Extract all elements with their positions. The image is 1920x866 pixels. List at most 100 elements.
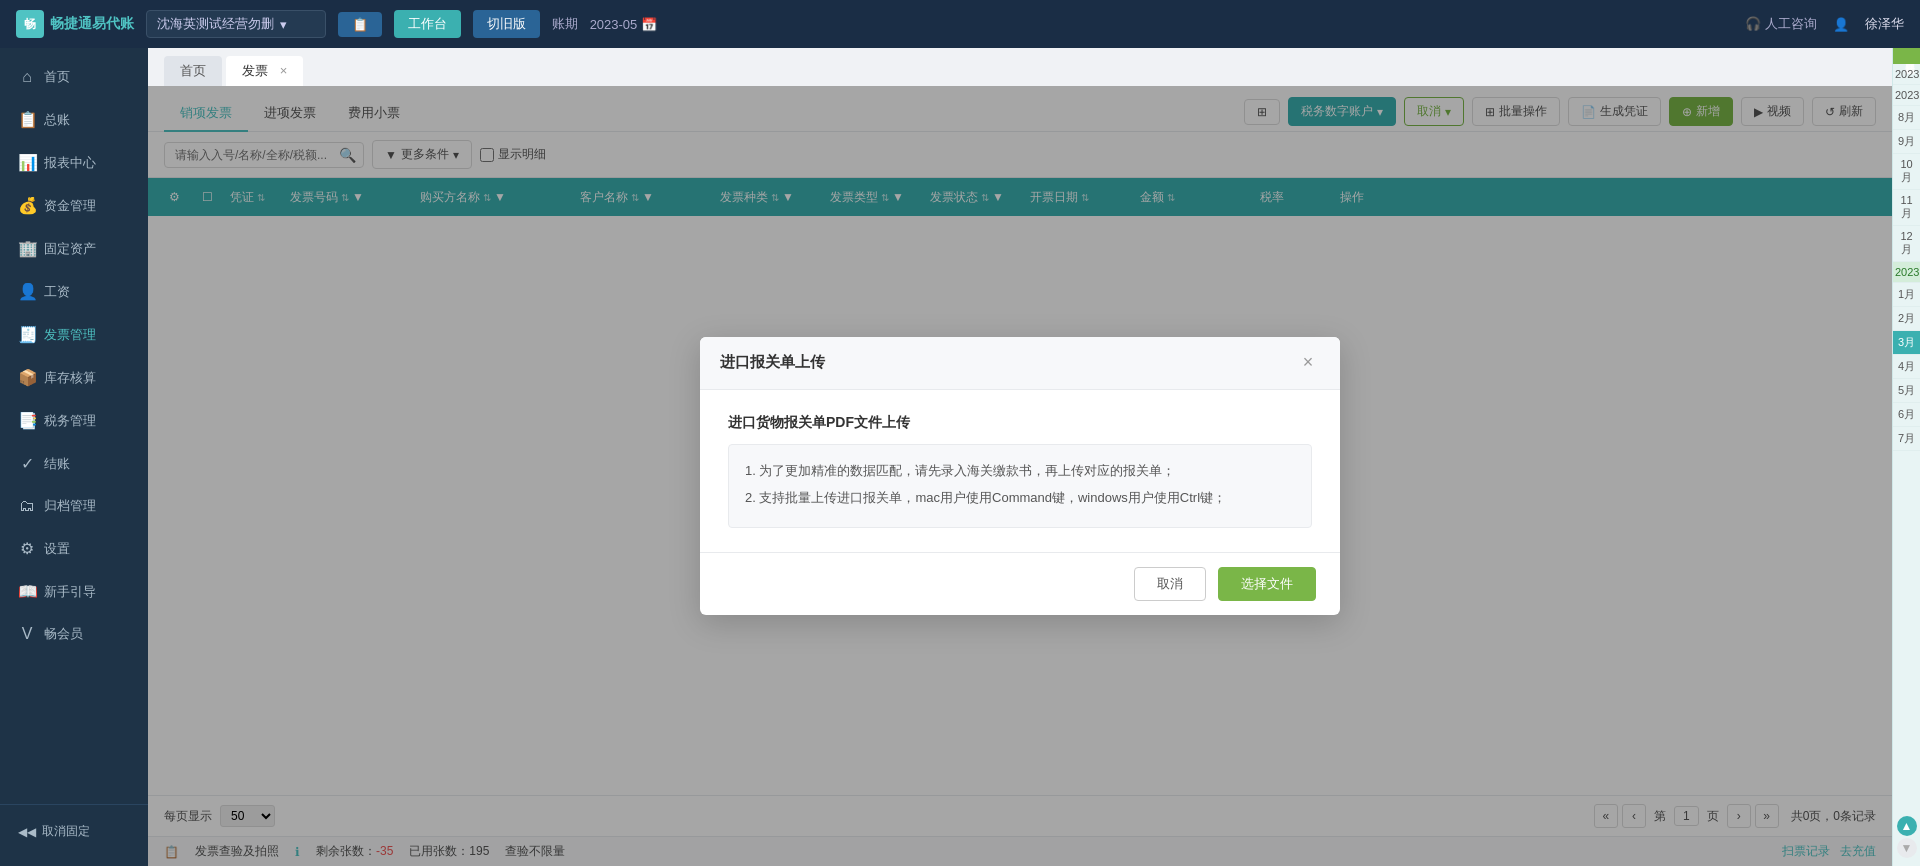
sidebar-item-vip[interactable]: V 畅会员 xyxy=(0,613,148,655)
period-item[interactable]: 2023.03 xyxy=(1893,64,1920,85)
sidebar-item-tax[interactable]: 📑 税务管理 xyxy=(0,399,148,442)
sidebar-label-invoices: 发票管理 xyxy=(44,326,96,344)
period-item[interactable]: 11月 xyxy=(1893,190,1920,226)
tab-invoices[interactable]: 发票 × xyxy=(226,56,303,86)
period-item[interactable]: 4月 xyxy=(1893,355,1920,379)
tab-invoices-label: 发票 xyxy=(242,63,268,78)
sidebar: ⌂ 首页 📋 总账 📊 报表中心 💰 资金管理 🏢 固定资产 👤 工资 🧾 发票… xyxy=(0,48,148,866)
home-icon: ⌂ xyxy=(18,68,36,86)
period-item-year[interactable]: 2023 xyxy=(1893,262,1920,283)
modal-notice-line2: 2. 支持批量上传进口报关单，mac用户使用Command键，windows用户… xyxy=(745,486,1295,509)
period-item[interactable]: 2023.03 xyxy=(1893,85,1920,106)
tab-close-icon[interactable]: × xyxy=(280,63,288,78)
settlement-icon: ✓ xyxy=(18,454,36,473)
settings-icon: ⚙ xyxy=(18,539,36,558)
sidebar-label-settlement: 结账 xyxy=(44,455,70,473)
top-bar-right: 🎧 人工咨询 👤 徐泽华 xyxy=(1745,15,1904,33)
period-item[interactable]: 6月 xyxy=(1893,403,1920,427)
modal: 进口报关单上传 × 进口货物报关单PDF文件上传 1. 为了更加精准的数据匹配，… xyxy=(700,337,1340,616)
period-list: 2023.03 2023.03 8月 9月 10月 11月 12月 2023 1… xyxy=(1893,64,1920,808)
sidebar-item-settlement[interactable]: ✓ 结账 xyxy=(0,442,148,485)
sidebar-label-home: 首页 xyxy=(44,68,70,86)
sidebar-label-archive: 归档管理 xyxy=(44,497,96,515)
modal-header: 进口报关单上传 × xyxy=(700,337,1340,390)
modal-select-file-btn[interactable]: 选择文件 xyxy=(1218,567,1316,601)
collapse-label: 取消固定 xyxy=(42,823,90,840)
pin-icon: ◀◀ xyxy=(18,825,36,839)
user-name: 徐泽华 xyxy=(1865,15,1904,33)
vip-icon: V xyxy=(18,625,36,643)
collapse-btn[interactable]: ◀◀ 取消固定 xyxy=(0,813,148,850)
sidebar-item-settings[interactable]: ⚙ 设置 xyxy=(0,527,148,570)
modal-body: 进口货物报关单PDF文件上传 1. 为了更加精准的数据匹配，请先录入海关缴款书，… xyxy=(700,390,1340,553)
sidebar-label-reports: 报表中心 xyxy=(44,154,96,172)
modal-section-title: 进口货物报关单PDF文件上传 xyxy=(728,414,1312,432)
ledger-icon: 📋 xyxy=(18,110,36,129)
archive-icon: 🗂 xyxy=(18,497,36,515)
tab-home[interactable]: 首页 xyxy=(164,56,222,86)
right-panel: 开票日期选择 2023.03 2023.03 8月 9月 10月 11月 12月… xyxy=(1892,48,1920,866)
sidebar-label-ledger: 总账 xyxy=(44,111,70,129)
workspace-button[interactable]: 工作台 xyxy=(394,10,461,38)
period-item[interactable]: 5月 xyxy=(1893,379,1920,403)
tab-bar: 首页 发票 × xyxy=(148,48,1892,86)
main-layout: ⌂ 首页 📋 总账 📊 报表中心 💰 资金管理 🏢 固定资产 👤 工资 🧾 发票… xyxy=(0,48,1920,866)
sidebar-item-salary[interactable]: 👤 工资 xyxy=(0,270,148,313)
app-name: 畅捷通易代账 xyxy=(50,15,134,33)
sidebar-item-reports[interactable]: 📊 报表中心 xyxy=(0,141,148,184)
period-value: 2023-05 xyxy=(590,17,638,32)
tax-icon: 📑 xyxy=(18,411,36,430)
logo-icon: 畅 xyxy=(16,10,44,38)
period-label: 账期 2023-05 📅 xyxy=(552,15,657,33)
modal-footer: 取消 选择文件 xyxy=(700,552,1340,615)
sidebar-label-tax: 税务管理 xyxy=(44,412,96,430)
sidebar-item-archive[interactable]: 🗂 归档管理 xyxy=(0,485,148,527)
period-item-active[interactable]: 3月 xyxy=(1893,331,1920,355)
period-item[interactable]: 9月 xyxy=(1893,130,1920,154)
sidebar-label-funds: 资金管理 xyxy=(44,197,96,215)
page-area: 销项发票 进项发票 费用小票 ⊞ 税务数字账户 ▾ 取消 ▾ ⊞ 批量操作 xyxy=(148,86,1892,866)
open-date-selector-btn[interactable]: 开票日期选择 xyxy=(1893,48,1920,64)
copy-button[interactable]: 📋 xyxy=(338,12,382,37)
sidebar-label-settings: 设置 xyxy=(44,540,70,558)
invoices-icon: 🧾 xyxy=(18,325,36,344)
assets-icon: 🏢 xyxy=(18,239,36,258)
sidebar-item-inventory[interactable]: 📦 库存核算 xyxy=(0,356,148,399)
guide-icon: 📖 xyxy=(18,582,36,601)
sidebar-item-guide[interactable]: 📖 新手引导 xyxy=(0,570,148,613)
sidebar-label-guide: 新手引导 xyxy=(44,583,96,601)
period-item[interactable]: 2月 xyxy=(1893,307,1920,331)
funds-icon: 💰 xyxy=(18,196,36,215)
scroll-up-btn[interactable]: ▲ xyxy=(1897,816,1917,836)
support-btn[interactable]: 🎧 人工咨询 xyxy=(1745,15,1817,33)
inventory-icon: 📦 xyxy=(18,368,36,387)
company-selector[interactable]: 沈海英测试经营勿删 ▾ xyxy=(146,10,326,38)
sidebar-label-salary: 工资 xyxy=(44,283,70,301)
sidebar-item-assets[interactable]: 🏢 固定资产 xyxy=(0,227,148,270)
period-item[interactable]: 10月 xyxy=(1893,154,1920,190)
sidebar-bottom: ◀◀ 取消固定 xyxy=(0,804,148,858)
sidebar-item-funds[interactable]: 💰 资金管理 xyxy=(0,184,148,227)
calendar-icon[interactable]: 📅 xyxy=(641,17,657,32)
modal-close-btn[interactable]: × xyxy=(1296,351,1320,375)
period-item[interactable]: 12月 xyxy=(1893,226,1920,262)
modal-notice-line1: 1. 为了更加精准的数据匹配，请先录入海关缴款书，再上传对应的报关单； xyxy=(745,459,1295,482)
switch-version-button[interactable]: 切旧版 xyxy=(473,10,540,38)
modal-overlay: 进口报关单上传 × 进口货物报关单PDF文件上传 1. 为了更加精准的数据匹配，… xyxy=(148,86,1892,866)
sidebar-item-invoices[interactable]: 🧾 发票管理 xyxy=(0,313,148,356)
modal-notice-box: 1. 为了更加精准的数据匹配，请先录入海关缴款书，再上传对应的报关单； 2. 支… xyxy=(728,444,1312,529)
modal-cancel-btn[interactable]: 取消 xyxy=(1134,567,1206,601)
period-item[interactable]: 8月 xyxy=(1893,106,1920,130)
company-dropdown-icon: ▾ xyxy=(280,17,287,32)
sidebar-label-vip: 畅会员 xyxy=(44,625,83,643)
sidebar-label-assets: 固定资产 xyxy=(44,240,96,258)
modal-title: 进口报关单上传 xyxy=(720,353,825,372)
sidebar-item-ledger[interactable]: 📋 总账 xyxy=(0,98,148,141)
period-item[interactable]: 1月 xyxy=(1893,283,1920,307)
sidebar-item-home[interactable]: ⌂ 首页 xyxy=(0,56,148,98)
salary-icon: 👤 xyxy=(18,282,36,301)
period-item[interactable]: 7月 xyxy=(1893,427,1920,451)
scroll-down-btn[interactable]: ▼ xyxy=(1897,838,1917,858)
company-name: 沈海英测试经营勿删 xyxy=(157,15,274,33)
app-logo: 畅 畅捷通易代账 xyxy=(16,10,134,38)
